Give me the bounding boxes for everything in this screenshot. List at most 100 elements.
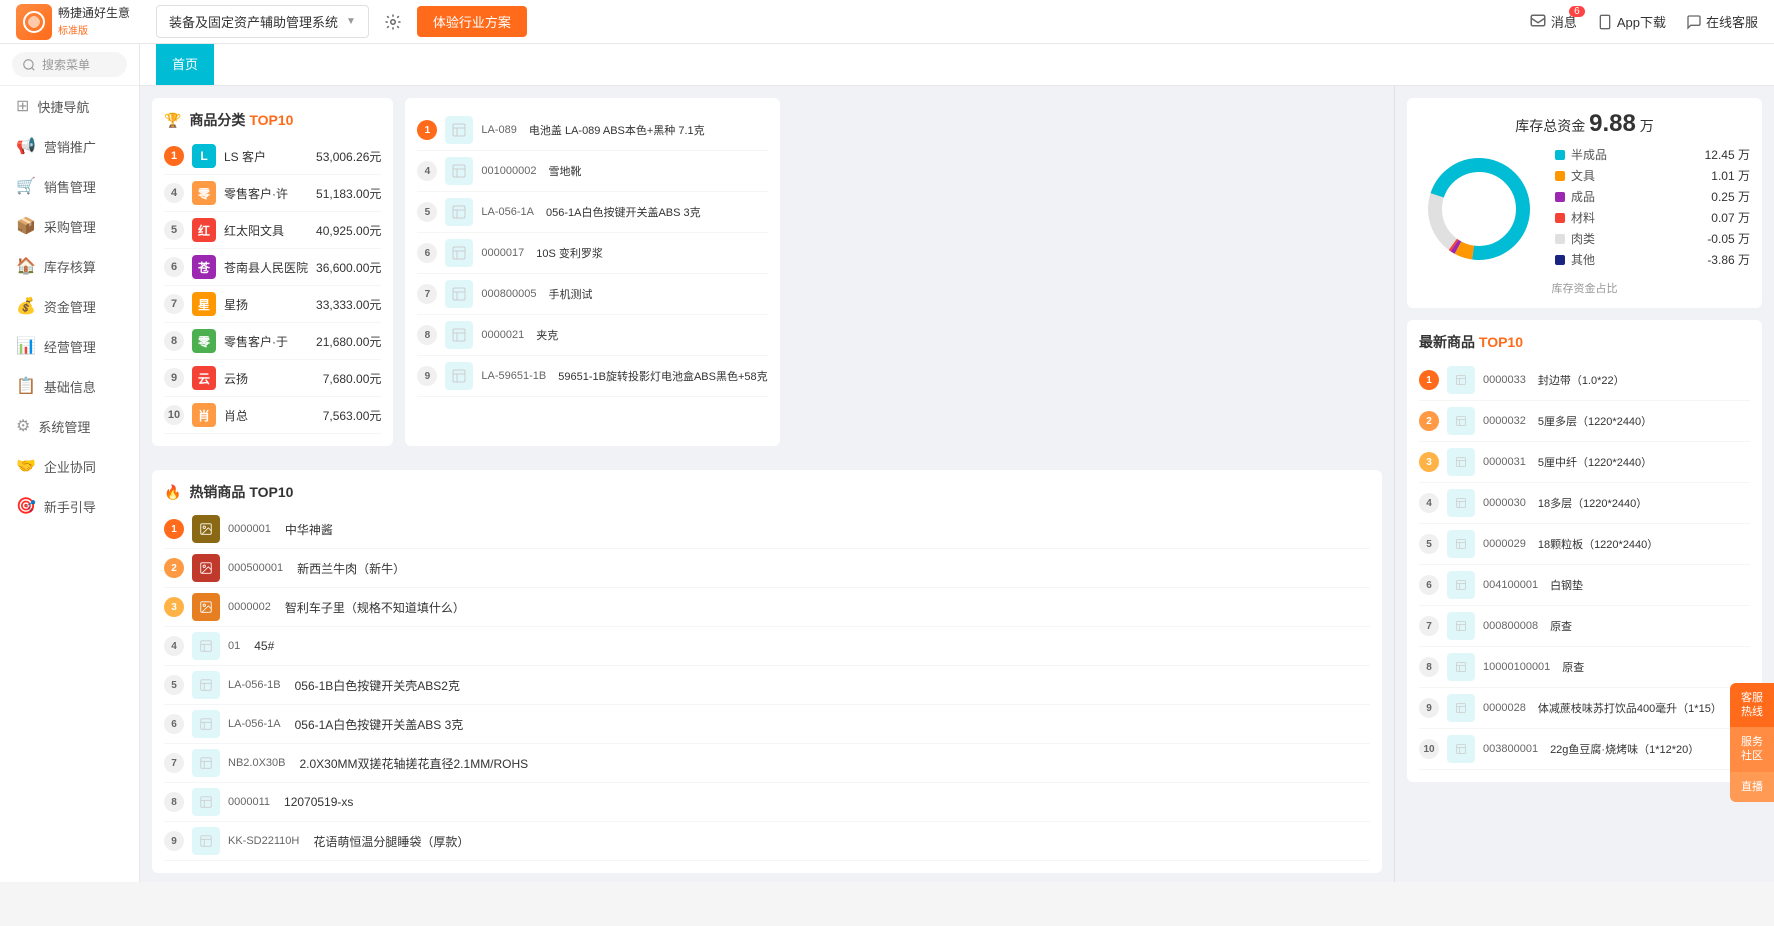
legend-item: 肉类 -0.05 万 — [1555, 230, 1750, 247]
rank-badge: 1 — [164, 146, 184, 166]
rank-badge: 9 — [417, 366, 437, 386]
customer-value: 53,006.26元 — [316, 148, 381, 165]
customer-name: 星扬 — [224, 296, 308, 313]
avatar: 零 — [192, 329, 216, 353]
sidebar-item-label: 库存核算 — [44, 257, 96, 276]
rank-badge: 1 — [1419, 370, 1439, 390]
messages-button[interactable]: 消息 6 — [1529, 12, 1577, 31]
sidebar-item-nav[interactable]: ⊞ 快捷导航 — [0, 86, 139, 126]
product-thumb — [445, 157, 473, 185]
sidebar-item-marketing[interactable]: 📢 营销推广 — [0, 126, 139, 166]
customer-value: 33,333.00元 — [316, 296, 381, 313]
system-icon: ⚙ — [16, 416, 30, 436]
rank-badge: 7 — [1419, 616, 1439, 636]
rank-badge: 8 — [164, 331, 184, 351]
sidebar-item-basic[interactable]: 📋 基础信息 — [0, 366, 139, 406]
donut-chart-container: 半成品 12.45 万 文具 1.01 万 成品 0.25 万 材料 0.07 … — [1419, 146, 1750, 272]
legend-dot — [1555, 171, 1565, 181]
legend-name: 文具 — [1571, 167, 1705, 184]
sidebar-item-sales[interactable]: 🛒 销售管理 — [0, 166, 139, 206]
right-panel: 库存总资金 9.88 万 — [1394, 86, 1774, 882]
product-thumb — [192, 632, 220, 660]
product-thumb — [1447, 489, 1475, 517]
product-name: 智利车子里（规格不知道填什么） — [285, 599, 1370, 616]
rank-badge: 9 — [164, 831, 184, 851]
sidebar-item-label: 企业协同 — [44, 457, 96, 476]
product-name: 新西兰牛肉（新牛） — [297, 560, 1370, 577]
rank-badge: 1 — [164, 519, 184, 539]
sidebar-search-area: 搜索菜单 — [0, 44, 139, 86]
sidebar-item-operations[interactable]: 📊 经营管理 — [0, 326, 139, 366]
customers-list: 1 L LS 客户 53,006.26元 4 零 零售客户·许 51,183.0… — [164, 138, 381, 434]
trial-button[interactable]: 体验行业方案 — [417, 6, 527, 37]
product-thumb — [1447, 530, 1475, 558]
legend-item: 文具 1.01 万 — [1555, 167, 1750, 184]
online-service-button[interactable]: 在线客服 — [1686, 12, 1758, 31]
hot-products-card: 🔥 热销商品 TOP10 1 0000001 中华神酱 2 000500001 … — [152, 470, 1382, 873]
sidebar-item-inventory[interactable]: 🏠 库存核算 — [0, 246, 139, 286]
search-menu-label: 搜索菜单 — [42, 56, 90, 73]
product-name: 056-1A白色按键开关盖ABS 3克 — [295, 716, 1370, 733]
sidebar-item-finance[interactable]: 💰 资金管理 — [0, 286, 139, 326]
rank-badge: 4 — [164, 183, 184, 203]
new-product-item: 2 0000032 5厘多层（1220*2440） — [1419, 401, 1750, 442]
product-code: 0000011 — [228, 796, 270, 808]
tab-home[interactable]: 首页 — [156, 44, 214, 85]
rank-badge: 9 — [1419, 698, 1439, 718]
sidebar-item-purchase[interactable]: 📦 采购管理 — [0, 206, 139, 246]
customer-name: 肖总 — [224, 407, 315, 424]
legend-dot — [1555, 255, 1565, 265]
customer-item: 4 零 零售客户·许 51,183.00元 — [164, 175, 381, 212]
app-download-button[interactable]: App下载 — [1597, 12, 1666, 31]
legend-name: 材料 — [1571, 209, 1705, 226]
settings-icon[interactable] — [377, 6, 409, 38]
brand-area: 畅捷通好生意 标准版 — [16, 4, 156, 40]
sidebar-item-label: 快捷导航 — [37, 97, 89, 116]
system-selector[interactable]: 装备及固定资产辅助管理系统 ▼ — [156, 5, 369, 38]
product-thumb — [445, 198, 473, 226]
rank-badge: 10 — [1419, 739, 1439, 759]
sidebar-item-system[interactable]: ⚙ 系统管理 — [0, 406, 139, 446]
avatar: 肖 — [192, 403, 216, 427]
product-thumb — [1447, 571, 1475, 599]
sidebar-item-guide[interactable]: 🎯 新手引导 — [0, 486, 139, 526]
product-thumb — [1447, 407, 1475, 435]
new-products-list: 1 0000033 封边带（1.0*22） 2 0000032 5厘多层（122… — [1419, 360, 1750, 770]
product-thumb — [1447, 735, 1475, 763]
new-product-item: 4 0000030 18多层（1220*2440） — [1419, 483, 1750, 524]
rank-badge: 8 — [417, 325, 437, 345]
customer-name: 红太阳文具 — [224, 222, 308, 239]
rank-badge: 7 — [417, 284, 437, 304]
live-stream-button[interactable]: 直播 — [1730, 772, 1774, 802]
search-menu-button[interactable]: 搜索菜单 — [12, 52, 127, 77]
product-rank-item: 4 001000002 雪地靴 — [417, 151, 767, 192]
avatar: 红 — [192, 218, 216, 242]
customer-name: 云扬 — [224, 370, 315, 387]
legend-item: 其他 -3.86 万 — [1555, 251, 1750, 268]
customer-value: 36,600.00元 — [316, 259, 381, 276]
product-name: 12070519-xs — [284, 795, 1370, 809]
avatar: 零 — [192, 181, 216, 205]
customer-item: 9 云 云扬 7,680.00元 — [164, 360, 381, 397]
system-name: 装备及固定资产辅助管理系统 — [169, 12, 338, 31]
inventory-legend: 半成品 12.45 万 文具 1.01 万 成品 0.25 万 材料 0.07 … — [1555, 146, 1750, 272]
avatar: 云 — [192, 366, 216, 390]
customer-service-button[interactable]: 客服热线 — [1730, 683, 1774, 728]
customer-item: 1 L LS 客户 53,006.26元 — [164, 138, 381, 175]
sidebar-item-enterprise[interactable]: 🤝 企业协同 — [0, 446, 139, 486]
header-right: 消息 6 App下载 在线客服 — [1529, 12, 1758, 31]
product-name: 5厘中纤（1220*2440） — [1538, 454, 1750, 470]
product-thumb — [192, 710, 220, 738]
product-code: 000500001 — [228, 562, 283, 574]
sidebar-item-label: 营销推广 — [44, 137, 96, 156]
service-community-button[interactable]: 服务社区 — [1730, 727, 1774, 772]
product-thumb — [192, 788, 220, 816]
legend-name: 成品 — [1571, 188, 1705, 205]
hot-product-item: 7 NB2.0X30B 2.0X30MM双搓花轴搓花直径2.1MM/ROHS — [164, 744, 1370, 783]
product-name: 体减蔗枝味苏打饮品400毫升（1*15） — [1538, 700, 1750, 716]
legend-value: 0.25 万 — [1711, 188, 1750, 205]
rank-badge: 7 — [164, 294, 184, 314]
new-product-item: 6 004100001 白钢垫 — [1419, 565, 1750, 606]
sidebar-item-label: 销售管理 — [44, 177, 96, 196]
purchase-icon: 📦 — [16, 216, 36, 236]
